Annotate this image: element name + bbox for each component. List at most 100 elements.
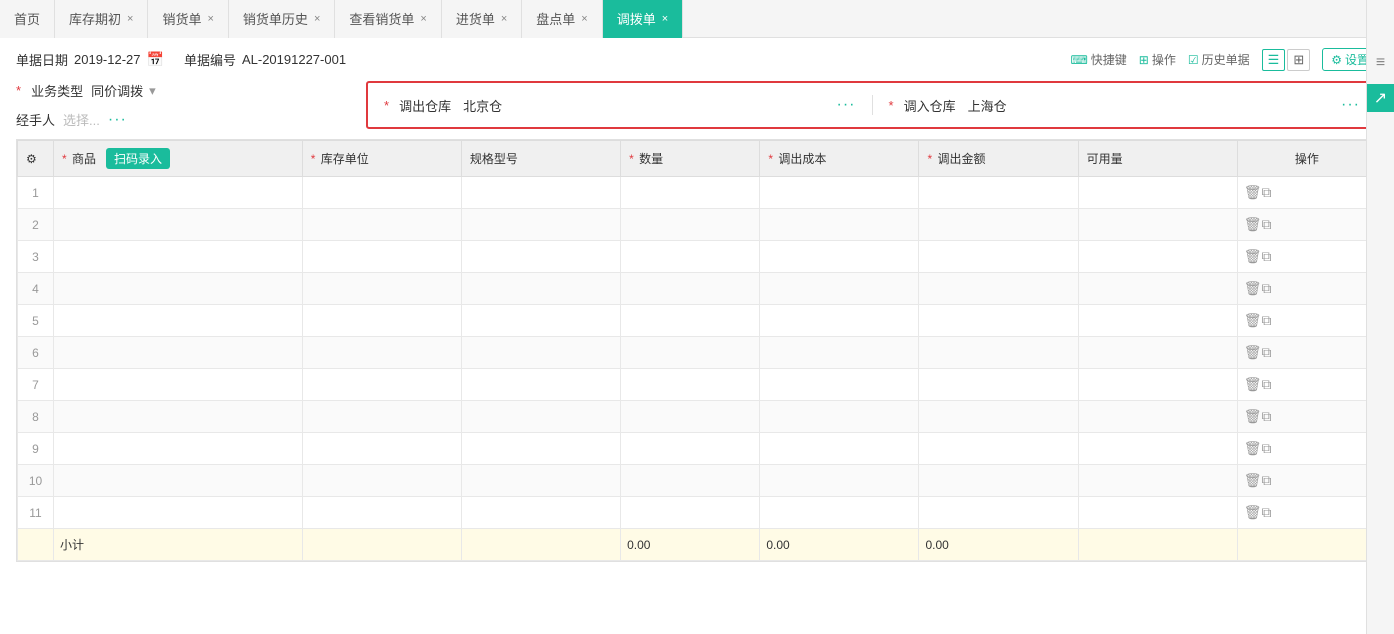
operations-btn[interactable]: ⊞ 操作 (1139, 51, 1176, 68)
close-icon[interactable]: × (581, 13, 587, 25)
qty-cell[interactable] (621, 337, 760, 369)
unit-cell[interactable] (302, 177, 461, 209)
spec-cell[interactable] (461, 337, 620, 369)
tab-sales-history[interactable]: 销货单历史 × (229, 0, 335, 38)
grid-view-btn[interactable]: ⊞ (1287, 49, 1310, 71)
product-cell[interactable] (54, 177, 303, 209)
product-cell[interactable] (54, 497, 303, 529)
delete-icon[interactable]: 🗑 (1244, 472, 1262, 489)
spec-cell[interactable] (461, 241, 620, 273)
product-cell[interactable] (54, 433, 303, 465)
copy-icon[interactable]: ⧉ (1262, 184, 1272, 201)
product-cell[interactable] (54, 465, 303, 497)
unit-cell[interactable] (302, 337, 461, 369)
spec-cell[interactable] (461, 273, 620, 305)
unit-cell[interactable] (302, 401, 461, 433)
amount-cell[interactable] (919, 273, 1078, 305)
available-cell[interactable] (1078, 337, 1237, 369)
tab-inventory-check[interactable]: 盘点单 × (522, 0, 602, 38)
product-cell[interactable] (54, 369, 303, 401)
product-cell[interactable] (54, 337, 303, 369)
available-cell[interactable] (1078, 305, 1237, 337)
delete-icon[interactable]: 🗑 (1244, 312, 1262, 329)
spec-cell[interactable] (461, 177, 620, 209)
available-cell[interactable] (1078, 241, 1237, 273)
amount-cell[interactable] (919, 177, 1078, 209)
qty-cell[interactable] (621, 497, 760, 529)
available-cell[interactable] (1078, 433, 1237, 465)
amount-cell[interactable] (919, 497, 1078, 529)
shortcuts-btn[interactable]: ⌨ 快捷键 (1070, 51, 1126, 68)
delete-icon[interactable]: 🗑 (1244, 504, 1262, 521)
product-cell[interactable] (54, 401, 303, 433)
cost-cell[interactable] (760, 369, 919, 401)
amount-cell[interactable] (919, 241, 1078, 273)
sidebar-export-icon[interactable]: ↗ (1367, 84, 1394, 112)
delete-icon[interactable]: 🗑 (1244, 184, 1262, 201)
unit-cell[interactable] (302, 433, 461, 465)
tab-purchase-order[interactable]: 进货单 × (442, 0, 522, 38)
amount-cell[interactable] (919, 305, 1078, 337)
delete-icon[interactable]: 🗑 (1244, 440, 1262, 457)
tab-home[interactable]: 首页 (0, 0, 55, 38)
spec-cell[interactable] (461, 209, 620, 241)
close-icon[interactable]: × (127, 13, 133, 25)
amount-cell[interactable] (919, 401, 1078, 433)
available-cell[interactable] (1078, 465, 1237, 497)
qty-cell[interactable] (621, 209, 760, 241)
tab-transfer-order[interactable]: 调拨单 × (603, 0, 683, 38)
delete-icon[interactable]: 🗑 (1244, 248, 1262, 265)
cost-cell[interactable] (760, 177, 919, 209)
copy-icon[interactable]: ⧉ (1262, 248, 1272, 265)
handler-placeholder[interactable]: 选择... (63, 110, 100, 129)
product-cell[interactable] (54, 209, 303, 241)
amount-cell[interactable] (919, 465, 1078, 497)
close-icon[interactable]: × (314, 13, 320, 25)
close-icon[interactable]: × (501, 13, 507, 25)
product-cell[interactable] (54, 241, 303, 273)
spec-cell[interactable] (461, 401, 620, 433)
cost-cell[interactable] (760, 305, 919, 337)
available-cell[interactable] (1078, 401, 1237, 433)
cost-cell[interactable] (760, 433, 919, 465)
available-cell[interactable] (1078, 209, 1237, 241)
available-cell[interactable] (1078, 497, 1237, 529)
spec-cell[interactable] (461, 465, 620, 497)
cost-cell[interactable] (760, 497, 919, 529)
copy-icon[interactable]: ⧉ (1262, 312, 1272, 329)
scan-entry-button[interactable]: 扫码录入 (106, 148, 170, 169)
unit-cell[interactable] (302, 369, 461, 401)
copy-icon[interactable]: ⧉ (1262, 504, 1272, 521)
copy-icon[interactable]: ⧉ (1262, 376, 1272, 393)
amount-cell[interactable] (919, 337, 1078, 369)
unit-cell[interactable] (302, 241, 461, 273)
transfer-out-more-btn[interactable]: ··· (837, 96, 856, 114)
delete-icon[interactable]: 🗑 (1244, 408, 1262, 425)
copy-icon[interactable]: ⧉ (1262, 408, 1272, 425)
qty-cell[interactable] (621, 177, 760, 209)
product-cell[interactable] (54, 305, 303, 337)
copy-icon[interactable]: ⧉ (1262, 344, 1272, 361)
cost-cell[interactable] (760, 273, 919, 305)
qty-cell[interactable] (621, 433, 760, 465)
copy-icon[interactable]: ⧉ (1262, 216, 1272, 233)
transfer-in-more-btn[interactable]: ··· (1341, 96, 1360, 114)
delete-icon[interactable]: 🗑 (1244, 376, 1262, 393)
close-icon[interactable]: × (662, 13, 668, 25)
unit-cell[interactable] (302, 305, 461, 337)
cost-cell[interactable] (760, 401, 919, 433)
qty-cell[interactable] (621, 369, 760, 401)
business-type-select[interactable]: 同价调拨 ▾ (91, 81, 251, 100)
delete-icon[interactable]: 🗑 (1244, 344, 1262, 361)
available-cell[interactable] (1078, 177, 1237, 209)
cost-cell[interactable] (760, 465, 919, 497)
close-icon[interactable]: × (420, 13, 426, 25)
copy-icon[interactable]: ⧉ (1262, 472, 1272, 489)
close-icon[interactable]: × (207, 13, 213, 25)
cost-cell[interactable] (760, 241, 919, 273)
dropdown-arrow-icon[interactable]: ▾ (149, 83, 156, 99)
spec-cell[interactable] (461, 369, 620, 401)
sidebar-list-icon[interactable]: ≡ (1376, 50, 1385, 76)
product-cell[interactable] (54, 273, 303, 305)
qty-cell[interactable] (621, 241, 760, 273)
